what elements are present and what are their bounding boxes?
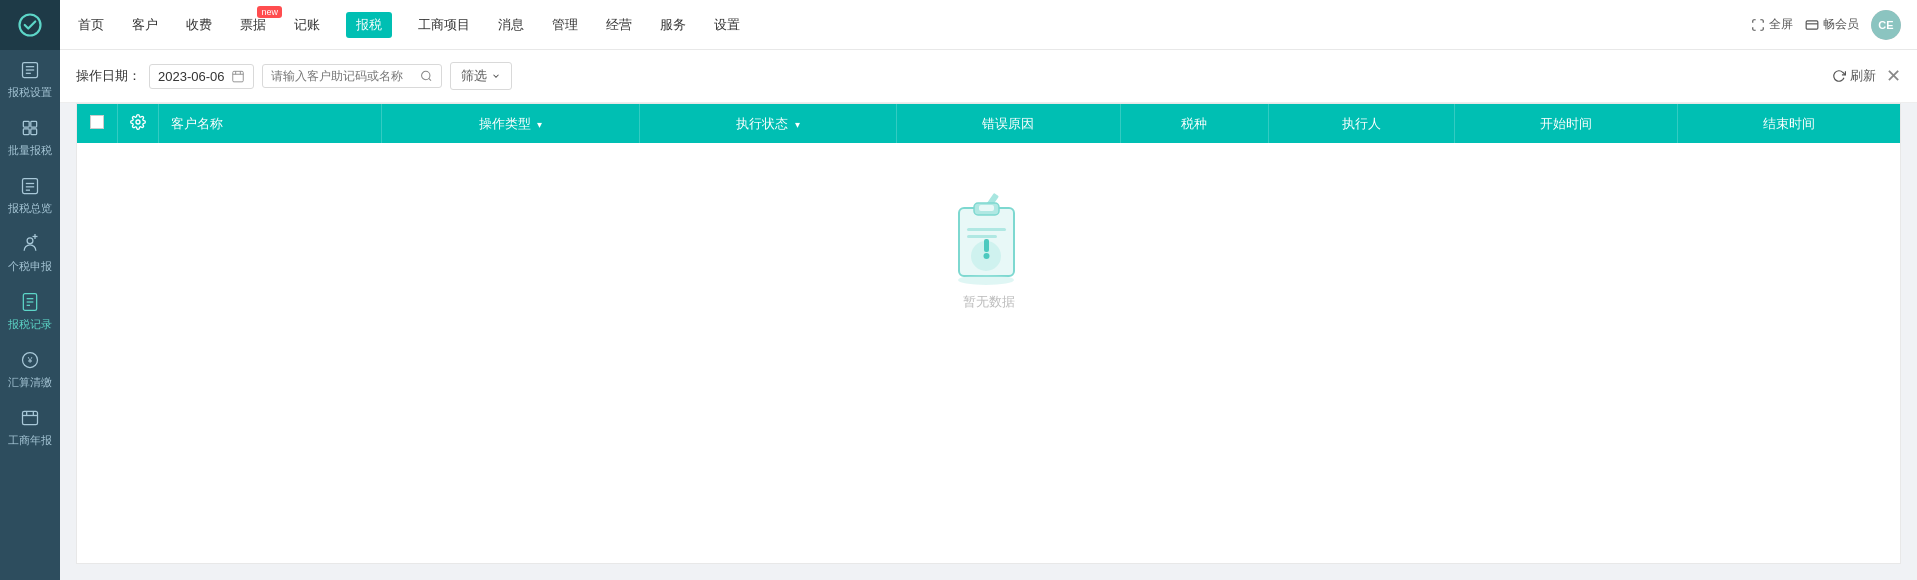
sidebar-logo	[0, 0, 60, 50]
th-client-name: 客户名称	[158, 104, 382, 143]
th-op-type[interactable]: 操作类型 ▾	[382, 104, 639, 143]
svg-rect-5	[23, 121, 29, 127]
sidebar-item-tax-records[interactable]: 报税记录	[0, 282, 60, 340]
tax-settings-icon	[18, 58, 42, 82]
filter-button[interactable]: 筛选	[450, 62, 512, 90]
new-badge: new	[257, 6, 282, 18]
member-label: 畅会员	[1823, 16, 1859, 33]
search-box[interactable]	[262, 64, 442, 88]
toolbar-right: 刷新 ✕	[1832, 67, 1901, 85]
nav-home[interactable]: 首页	[76, 12, 106, 38]
member-btn[interactable]: 畅会员	[1805, 16, 1859, 33]
svg-rect-42	[979, 205, 994, 211]
annual-report-icon	[18, 406, 42, 430]
empty-illustration	[939, 183, 1039, 283]
page-content: 操作日期： 2023-06-06 筛选	[60, 50, 1917, 580]
exec-status-sort-icon: ▾	[795, 119, 800, 130]
th-exec-status[interactable]: 执行状态 ▾	[639, 104, 896, 143]
main-area: 首页 客户 收费 票据 new 记账 报税 工商项目 消息 管理 经营 服务 设…	[60, 0, 1917, 580]
nav-management[interactable]: 管理	[550, 12, 580, 38]
sidebar-item-settlement[interactable]: ¥ 汇算清缴	[0, 340, 60, 398]
th-tax-type: 税种	[1120, 104, 1268, 143]
nav-services[interactable]: 服务	[658, 12, 688, 38]
svg-rect-8	[31, 129, 37, 135]
svg-rect-46	[967, 228, 1006, 231]
data-table: 客户名称 操作类型 ▾ 执行状态 ▾ 错误原因	[77, 104, 1900, 371]
svg-point-36	[136, 120, 140, 124]
refresh-label: 刷新	[1850, 67, 1876, 85]
svg-rect-9	[23, 179, 38, 194]
personal-tax-icon	[18, 232, 42, 256]
select-all-checkbox[interactable]	[90, 115, 104, 129]
sidebar-item-annual-report[interactable]: 工商年报	[0, 398, 60, 456]
nav-messages[interactable]: 消息	[496, 12, 526, 38]
svg-text:¥: ¥	[27, 355, 33, 365]
date-label: 操作日期：	[76, 67, 141, 85]
date-picker[interactable]: 2023-06-06	[149, 64, 254, 89]
batch-tax-icon	[18, 116, 42, 140]
th-executor: 执行人	[1268, 104, 1454, 143]
tax-summary-icon	[18, 174, 42, 198]
svg-point-13	[27, 238, 33, 244]
empty-state: 暂无数据	[77, 143, 1900, 371]
user-avatar[interactable]: CE	[1871, 10, 1901, 40]
refresh-button[interactable]: 刷新	[1832, 67, 1876, 85]
table-container: 客户名称 操作类型 ▾ 执行状态 ▾ 错误原因	[76, 103, 1901, 564]
svg-rect-47	[967, 235, 997, 238]
nav-business[interactable]: 工商项目	[416, 12, 472, 38]
nav-invoices[interactable]: 票据 new	[238, 12, 268, 38]
topnav: 首页 客户 收费 票据 new 记账 报税 工商项目 消息 管理 经营 服务 设…	[60, 0, 1917, 50]
svg-point-45	[983, 253, 989, 259]
th-checkbox[interactable]	[77, 104, 117, 143]
topnav-right: 全屏 畅会员 CE	[1751, 10, 1901, 40]
svg-text:CE: CE	[1878, 19, 1893, 31]
svg-rect-44	[984, 239, 989, 252]
fullscreen-btn[interactable]: 全屏	[1751, 16, 1793, 33]
date-value: 2023-06-06	[158, 69, 225, 84]
th-error-reason: 错误原因	[896, 104, 1120, 143]
svg-point-48	[958, 275, 1014, 285]
th-start-time: 开始时间	[1454, 104, 1678, 143]
sidebar-item-tax-settings[interactable]: 报税设置	[0, 50, 60, 108]
svg-point-0	[20, 15, 41, 36]
fullscreen-label: 全屏	[1769, 16, 1793, 33]
svg-point-34	[422, 71, 430, 79]
settlement-icon: ¥	[18, 348, 42, 372]
toolbar: 操作日期： 2023-06-06 筛选	[60, 50, 1917, 103]
svg-rect-22	[23, 411, 38, 424]
sidebar: 报税设置 批量报税 报税总览	[0, 0, 60, 580]
sidebar-item-personal-tax[interactable]: 个税申报	[0, 224, 60, 282]
svg-rect-26	[1806, 20, 1818, 28]
nav-operations[interactable]: 经营	[604, 12, 634, 38]
op-type-sort-icon: ▾	[537, 119, 542, 130]
svg-rect-30	[232, 71, 243, 82]
svg-line-35	[429, 78, 431, 80]
sidebar-item-batch-tax[interactable]: 批量报税	[0, 108, 60, 166]
svg-rect-6	[31, 121, 37, 127]
nav-tax[interactable]: 报税	[346, 12, 392, 38]
nav-accounts[interactable]: 记账	[292, 12, 322, 38]
tax-records-icon	[18, 290, 42, 314]
empty-text: 暂无数据	[963, 293, 1015, 311]
nav-billing[interactable]: 收费	[184, 12, 214, 38]
nav-clients[interactable]: 客户	[130, 12, 160, 38]
nav-settings[interactable]: 设置	[712, 12, 742, 38]
svg-rect-7	[23, 129, 29, 135]
th-settings[interactable]	[117, 104, 158, 143]
th-end-time: 结束时间	[1678, 104, 1900, 143]
search-input[interactable]	[271, 69, 416, 83]
close-button[interactable]: ✕	[1886, 67, 1901, 85]
filter-label: 筛选	[461, 67, 487, 85]
sidebar-item-tax-summary[interactable]: 报税总览	[0, 166, 60, 224]
